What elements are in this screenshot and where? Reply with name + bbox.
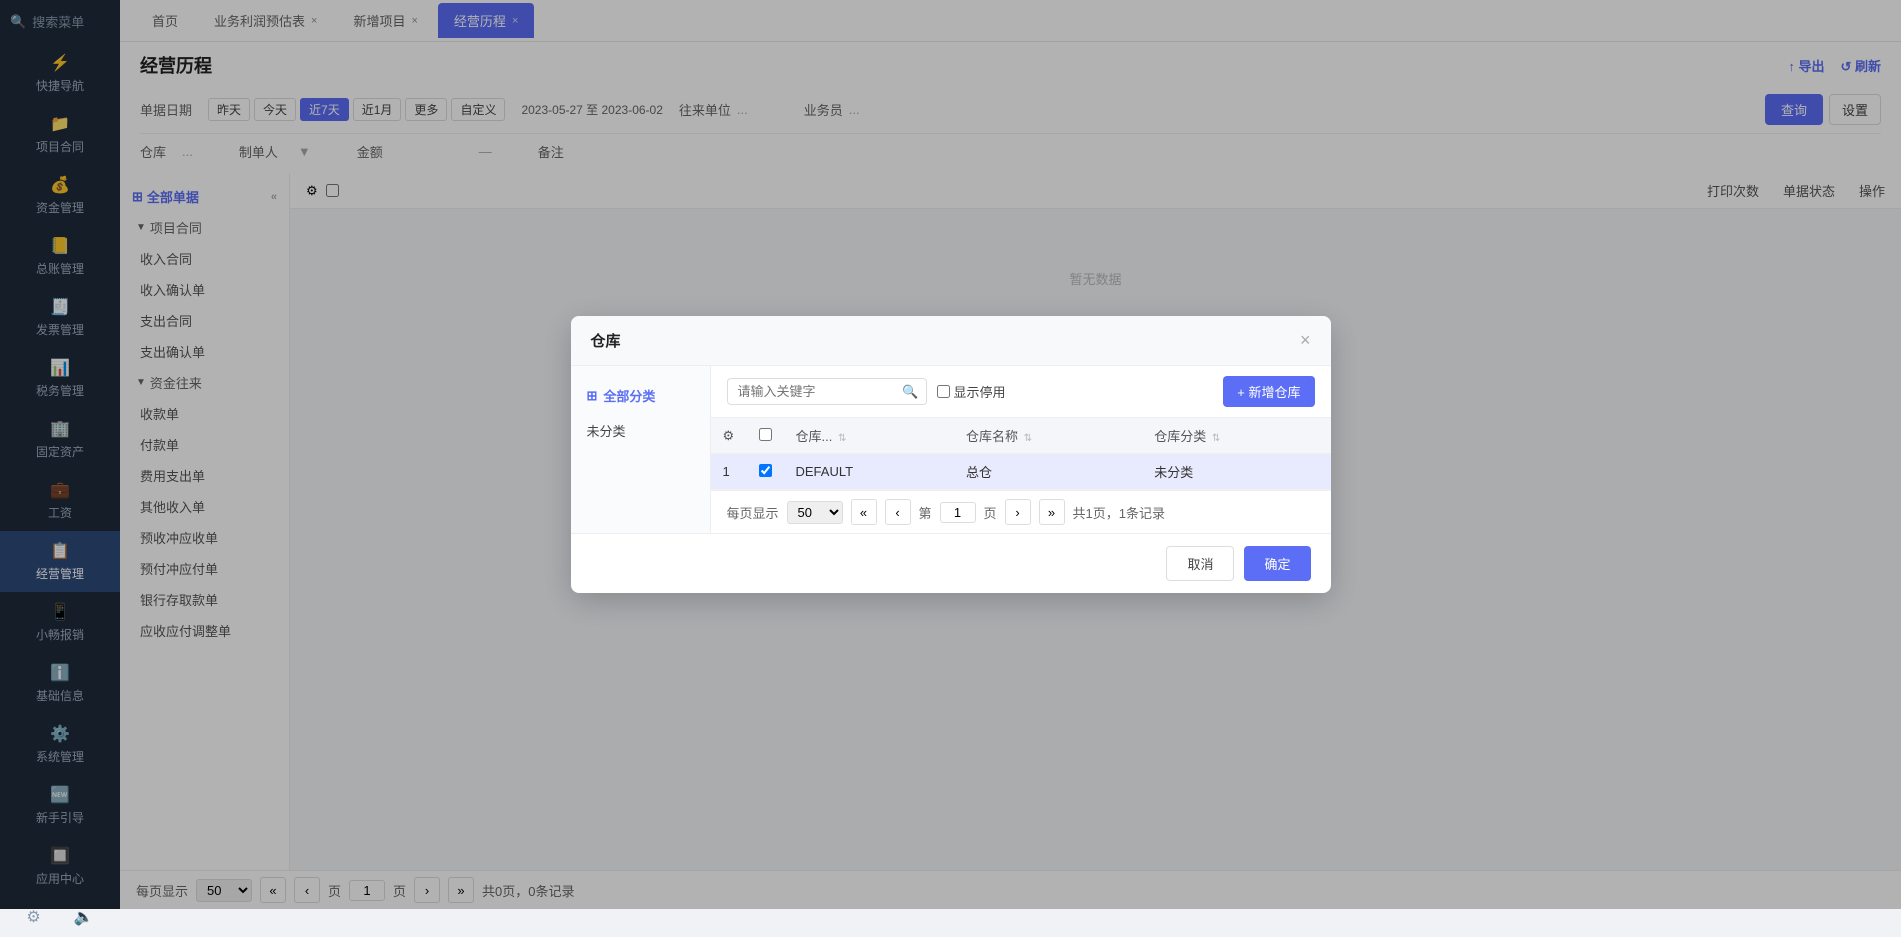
th-code-label: 仓库... (796, 429, 833, 444)
modal-page-label: 第 (919, 503, 932, 522)
modal-header: 仓库 × (571, 316, 1331, 366)
th-category-label: 仓库分类 (1154, 429, 1206, 444)
th-settings: ⚙ (711, 418, 747, 454)
add-warehouse-button[interactable]: + 新增仓库 (1223, 376, 1314, 407)
modal-page-size-select[interactable]: 50 10 20 100 (787, 501, 843, 524)
modal-confirm-button[interactable]: 确定 (1244, 546, 1310, 581)
show-disabled-text: 显示停用 (954, 382, 1006, 401)
grid-icon: ⊞ (587, 388, 598, 404)
warehouse-table: ⚙ 仓库... ⇅ 仓库名称 (711, 418, 1331, 490)
modal-first-page-btn[interactable]: « (851, 499, 877, 525)
th-settings-icon[interactable]: ⚙ (723, 428, 735, 443)
category-all[interactable]: ⊞ 全部分类 (571, 378, 710, 413)
modal-body: ⊞ 全部分类 未分类 ‹ 🔍 显示停用 (571, 366, 1331, 533)
modal-next-page-btn[interactable]: › (1005, 499, 1031, 525)
modal-right-panel: 🔍 显示停用 + 新增仓库 ⚙ (711, 366, 1331, 533)
modal-page-label2: 页 (984, 503, 997, 522)
modal-page-size-label: 每页显示 (727, 503, 779, 522)
warehouse-search-icon: 🔍 (902, 384, 918, 400)
modal-toolbar: 🔍 显示停用 + 新增仓库 (711, 366, 1331, 418)
th-select-all[interactable] (759, 428, 772, 441)
warehouse-modal: 仓库 × ⊞ 全部分类 未分类 ‹ (571, 316, 1331, 593)
gear-icon[interactable]: ⚙ (26, 907, 40, 927)
category-uncategorized[interactable]: 未分类 (571, 413, 710, 448)
td-row-category: 未分类 (1142, 454, 1330, 490)
modal-close-button[interactable]: × (1300, 330, 1311, 351)
show-disabled-checkbox[interactable] (937, 385, 950, 398)
warehouse-search-input[interactable] (727, 378, 927, 405)
table-header-row: ⚙ 仓库... ⇅ 仓库名称 (711, 418, 1331, 454)
modal-cancel-button[interactable]: 取消 (1166, 546, 1234, 581)
left-panel-collapse-btn[interactable]: ‹ (710, 436, 711, 464)
modal-total-text: 共1页，1条记录 (1073, 503, 1165, 522)
td-row-checkbox[interactable] (747, 454, 784, 490)
modal-table-wrap: ⚙ 仓库... ⇅ 仓库名称 (711, 418, 1331, 490)
modal-pagination: 每页显示 50 10 20 100 « ‹ 第 页 › » 共1页，1条记录 (711, 490, 1331, 533)
td-row-code: DEFAULT (784, 454, 955, 490)
td-row-num: 1 (711, 454, 747, 490)
modal-page-input[interactable] (940, 502, 976, 523)
th-checkbox (747, 418, 784, 454)
modal-last-page-btn[interactable]: » (1039, 499, 1065, 525)
th-code-sort-icon: ⇅ (838, 433, 846, 444)
category-uncategorized-label: 未分类 (587, 421, 626, 440)
modal-footer: 取消 确定 (571, 533, 1331, 593)
search-input-wrap: 🔍 (727, 378, 927, 405)
modal-left-panel: ⊞ 全部分类 未分类 ‹ (571, 366, 711, 533)
volume-icon[interactable]: 🔈 (74, 907, 94, 927)
th-name-label: 仓库名称 (966, 429, 1018, 444)
modal-title: 仓库 (591, 330, 621, 351)
modal-overlay: 仓库 × ⊞ 全部分类 未分类 ‹ (0, 0, 1901, 909)
table-row[interactable]: 1 DEFAULT 总仓 未分类 (711, 454, 1331, 490)
th-code: 仓库... ⇅ (784, 418, 955, 454)
th-name-sort-icon: ⇅ (1024, 433, 1032, 444)
show-disabled-label[interactable]: 显示停用 (937, 382, 1006, 401)
th-category-sort-icon: ⇅ (1212, 433, 1220, 444)
th-name: 仓库名称 ⇅ (954, 418, 1142, 454)
category-all-label: 全部分类 (603, 386, 655, 405)
modal-prev-page-btn[interactable]: ‹ (885, 499, 911, 525)
th-category: 仓库分类 ⇅ (1142, 418, 1330, 454)
td-row-name: 总仓 (954, 454, 1142, 490)
